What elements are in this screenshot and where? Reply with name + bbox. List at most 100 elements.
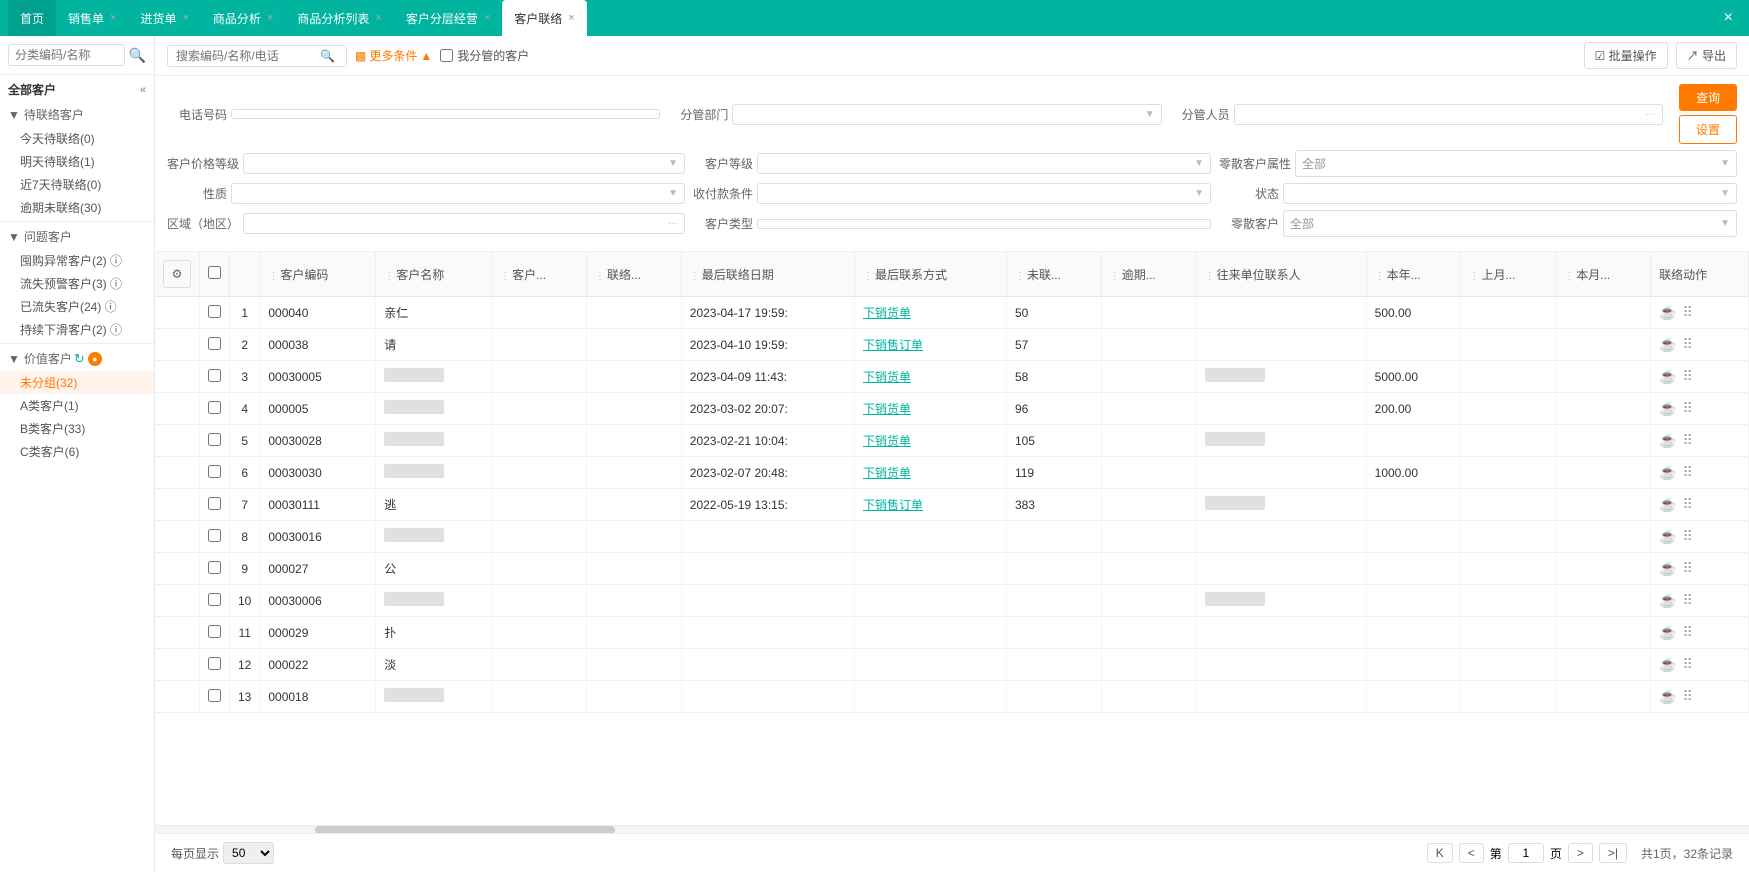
- chat-icon[interactable]: ☕: [1659, 400, 1676, 417]
- per-page-select[interactable]: 50 20 100: [223, 842, 274, 864]
- chat-icon[interactable]: ☕: [1659, 688, 1676, 705]
- page-number-input[interactable]: [1508, 843, 1544, 863]
- contact-type-link[interactable]: 下销货单: [863, 434, 911, 448]
- close-product-list-icon[interactable]: ×: [375, 12, 381, 24]
- row-checkbox-cell[interactable]: [200, 425, 230, 457]
- th-last-month[interactable]: ⋮上月...: [1461, 252, 1556, 297]
- contact-type-link[interactable]: 下销货单: [863, 466, 911, 480]
- last-type-cell[interactable]: [854, 681, 1006, 713]
- row-checkbox-cell[interactable]: [200, 489, 230, 521]
- close-customer-stratify-icon[interactable]: ×: [484, 12, 490, 24]
- th-last-type[interactable]: ⋮最后联系方式: [854, 252, 1006, 297]
- chat-icon[interactable]: ☕: [1659, 656, 1676, 673]
- last-type-cell[interactable]: 下销货单: [854, 425, 1006, 457]
- retail-customer-input[interactable]: 全部 ▼: [1283, 210, 1737, 237]
- sidebar-search-input[interactable]: [8, 44, 125, 66]
- sidebar-group-problem[interactable]: ▼ 问题客户: [0, 224, 154, 249]
- last-type-cell[interactable]: [854, 617, 1006, 649]
- nature-input[interactable]: ▼: [231, 183, 685, 204]
- sidebar-item-overdue[interactable]: 逾期未联络(30): [0, 196, 154, 219]
- sidebar-item-churn-warning[interactable]: 流失预警客户(3) ⓘ: [0, 272, 154, 295]
- last-type-cell[interactable]: 下销货单: [854, 297, 1006, 329]
- row-checkbox[interactable]: [208, 401, 221, 414]
- search-input[interactable]: [176, 49, 316, 63]
- th-this-year[interactable]: ⋮本年...: [1366, 252, 1461, 297]
- row-checkbox[interactable]: [208, 529, 221, 542]
- chat-icon[interactable]: ☕: [1659, 304, 1676, 321]
- sidebar-item-unclassified[interactable]: 未分组(32): [0, 371, 154, 394]
- tab-product-list[interactable]: 商品分析列表 ×: [285, 0, 393, 36]
- grid-icon[interactable]: ⠿: [1683, 624, 1693, 641]
- chat-icon[interactable]: ☕: [1659, 496, 1676, 513]
- row-checkbox[interactable]: [208, 433, 221, 446]
- my-customers-checkbox-label[interactable]: 我分管的客户: [440, 47, 529, 64]
- contact-type-link[interactable]: 下销货单: [863, 306, 911, 320]
- select-all-checkbox[interactable]: [208, 266, 221, 279]
- chat-icon[interactable]: ☕: [1659, 528, 1676, 545]
- th-this-month[interactable]: ⋮本月...: [1556, 252, 1651, 297]
- close-sales-icon[interactable]: ×: [110, 12, 116, 24]
- row-checkbox[interactable]: [208, 497, 221, 510]
- contact-type-link[interactable]: 下销售订单: [863, 338, 923, 352]
- contact-type-link[interactable]: 下销货单: [863, 370, 911, 384]
- row-checkbox[interactable]: [208, 657, 221, 670]
- close-customer-contact-icon[interactable]: ×: [568, 12, 574, 24]
- last-type-cell[interactable]: 下销售订单: [854, 489, 1006, 521]
- th-customer-type[interactable]: ⋮客户...: [492, 252, 587, 297]
- row-checkbox[interactable]: [208, 689, 221, 702]
- last-type-cell[interactable]: [854, 585, 1006, 617]
- window-close-button[interactable]: ×: [1716, 9, 1741, 27]
- grid-icon[interactable]: ⠿: [1683, 656, 1693, 673]
- sidebar-group-pending[interactable]: ▼ 待联络客户: [0, 102, 154, 127]
- tab-customer-stratify[interactable]: 客户分层经营 ×: [394, 0, 502, 36]
- batch-op-button[interactable]: ☑ 批量操作: [1584, 42, 1668, 69]
- grid-icon[interactable]: ⠿: [1683, 432, 1693, 449]
- row-checkbox-cell[interactable]: [200, 297, 230, 329]
- th-contact[interactable]: ⋮联络...: [586, 252, 681, 297]
- th-intercompany[interactable]: ⋮往来单位联系人: [1196, 252, 1366, 297]
- horizontal-scrollbar[interactable]: [155, 825, 1749, 833]
- grid-icon[interactable]: ⠿: [1683, 304, 1693, 321]
- th-customer-code[interactable]: ⋮客户编码: [260, 252, 376, 297]
- settings-icon[interactable]: ⚙: [163, 260, 191, 288]
- row-checkbox[interactable]: [208, 465, 221, 478]
- chat-icon[interactable]: ☕: [1659, 368, 1676, 385]
- sidebar-item-lost[interactable]: 已流失客户(24) ⓘ: [0, 295, 154, 318]
- grid-icon[interactable]: ⠿: [1683, 560, 1693, 577]
- sidebar-item-hoarding[interactable]: 囤购异常客户(2) ⓘ: [0, 249, 154, 272]
- customer-type-input[interactable]: [757, 219, 1211, 229]
- sidebar-item-class-a[interactable]: A类客户(1): [0, 394, 154, 417]
- reset-button[interactable]: 设置: [1679, 115, 1737, 144]
- grid-icon[interactable]: ⠿: [1683, 336, 1693, 353]
- my-customers-checkbox[interactable]: [440, 49, 453, 62]
- chat-icon[interactable]: ☕: [1659, 592, 1676, 609]
- grid-icon[interactable]: ⠿: [1683, 464, 1693, 481]
- row-checkbox-cell[interactable]: [200, 617, 230, 649]
- last-page-button[interactable]: >|: [1599, 843, 1627, 863]
- phone-input[interactable]: [231, 109, 660, 119]
- refresh-icon[interactable]: ↻: [74, 351, 85, 367]
- tab-purchase[interactable]: 进货单 ×: [128, 0, 200, 36]
- grid-icon[interactable]: ⠿: [1683, 368, 1693, 385]
- sidebar-item-tomorrow[interactable]: 明天待联络(1): [0, 150, 154, 173]
- next-page-button[interactable]: >: [1568, 843, 1593, 863]
- row-checkbox-cell[interactable]: [200, 681, 230, 713]
- row-checkbox-cell[interactable]: [200, 361, 230, 393]
- sidebar-group-value[interactable]: ▼ 价值客户 ↻ ●: [0, 346, 154, 371]
- price-level-input[interactable]: ▼: [243, 153, 685, 174]
- dept-input[interactable]: ▼: [732, 104, 1161, 125]
- last-type-cell[interactable]: [854, 553, 1006, 585]
- manager-input[interactable]: ···: [1234, 104, 1663, 125]
- chat-icon[interactable]: ☕: [1659, 336, 1676, 353]
- query-button[interactable]: 查询: [1679, 84, 1737, 111]
- row-checkbox[interactable]: [208, 369, 221, 382]
- region-input[interactable]: ···: [243, 213, 685, 234]
- row-checkbox[interactable]: [208, 625, 221, 638]
- chat-icon[interactable]: ☕: [1659, 624, 1676, 641]
- last-type-cell[interactable]: 下销货单: [854, 393, 1006, 425]
- all-customers-header[interactable]: 全部客户 «: [0, 75, 154, 102]
- contact-type-link[interactable]: 下销货单: [863, 402, 911, 416]
- tab-home[interactable]: 首页: [8, 0, 56, 36]
- sidebar-item-today[interactable]: 今天待联络(0): [0, 127, 154, 150]
- grid-icon[interactable]: ⠿: [1683, 496, 1693, 513]
